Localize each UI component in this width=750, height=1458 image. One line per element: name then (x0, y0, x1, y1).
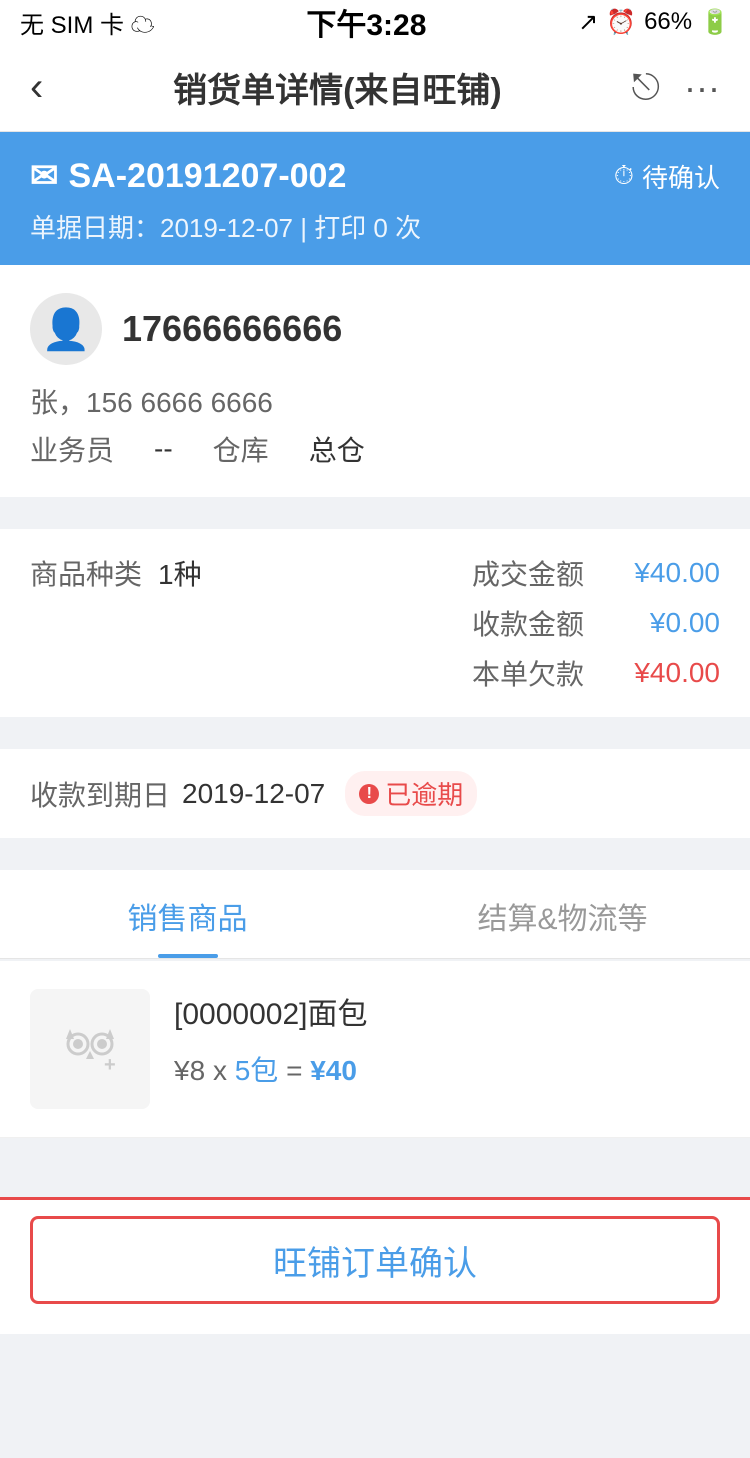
amount-row: 成交金额 ¥40.00 (472, 553, 720, 593)
debt-label: 本单欠款 (472, 653, 584, 693)
price-base: ¥8 (174, 1055, 205, 1086)
product-image: + (30, 989, 150, 1109)
share-icon[interactable]: ⎋ (632, 66, 660, 109)
order-icon: ✉ (30, 156, 59, 196)
tab-settlement[interactable]: 结算&物流等 (375, 870, 750, 958)
order-print-count: | 打印 0 次 (300, 213, 421, 243)
customer-phone: 17666666666 (122, 308, 342, 350)
debt-row: 本单欠款 ¥40.00 (472, 653, 720, 693)
order-id-text: SA-20191207-002 (69, 157, 347, 196)
svg-text:+: + (104, 1054, 116, 1076)
summary-right: 成交金额 ¥40.00 收款金额 ¥0.00 本单欠款 ¥40.00 (472, 553, 720, 693)
product-price: ¥8 x 5包 = ¥40 (174, 1049, 720, 1089)
avatar-icon: 👤 (41, 306, 91, 353)
type-label: 商品种类 (30, 553, 142, 593)
status-bar-time: 下午3:28 (306, 0, 426, 44)
warehouse-label: 仓库 (213, 429, 269, 469)
summary-card: 商品种类 1种 成交金额 ¥40.00 收款金额 ¥0.00 本单欠款 ¥40.… (0, 529, 750, 717)
customer-top: 👤 17666666666 (30, 293, 720, 365)
overdue-text: 已逾期 (385, 775, 463, 812)
received-row: 收款金额 ¥0.00 (472, 603, 720, 643)
clock-icon: ⏰ (606, 8, 636, 37)
nav-actions: ⎋ ··· (632, 66, 720, 109)
due-date: 2019-12-07 (182, 778, 325, 810)
status-icon: ⏱ (614, 160, 634, 192)
tab-products[interactable]: 销售商品 (0, 870, 375, 958)
product-logo-svg: + (50, 1009, 130, 1089)
status-bar-right: ↗ ⏰ 66% 🔋 (578, 8, 730, 37)
order-header-top: ✉ SA-20191207-002 ⏱ 待确认 (30, 156, 720, 196)
customer-name-phone: 张，156 6666 6666 (30, 381, 720, 421)
summary-left: 商品种类 1种 (30, 553, 472, 593)
page-title: 销货单详情(来自旺铺) (173, 63, 502, 112)
price-equals: = (286, 1055, 310, 1086)
tab-settlement-label: 结算&物流等 (477, 903, 647, 936)
battery-status: 66% (644, 8, 692, 36)
status-bar-left: 无 SIM 卡 ☁ (20, 5, 155, 40)
overdue-badge: ! 已逾期 (345, 771, 477, 816)
customer-card: 👤 17666666666 张，156 6666 6666 业务员 -- 仓库 … (0, 265, 750, 497)
debt-value: ¥40.00 (600, 657, 720, 689)
divider-2 (0, 733, 750, 749)
divider-1 (0, 513, 750, 529)
product-list: + [0000002]面包 ¥8 x 5包 = ¥40 (0, 961, 750, 1138)
divider-3 (0, 854, 750, 870)
status-text: 待确认 (642, 158, 720, 195)
sales-label: 业务员 (30, 429, 114, 469)
amount-label: 成交金额 (472, 553, 584, 593)
product-name: [0000002]面包 (174, 989, 720, 1033)
due-card: 收款到期日 2019-12-07 ! 已逾期 (0, 749, 750, 838)
received-value: ¥0.00 (600, 607, 720, 639)
avatar: 👤 (30, 293, 102, 365)
battery-icon: 🔋 (700, 8, 730, 37)
bottom-spacer (0, 1338, 750, 1458)
price-qty: 5包 (235, 1055, 279, 1086)
order-id: ✉ SA-20191207-002 (30, 156, 346, 196)
tab-products-label: 销售商品 (128, 903, 248, 936)
order-meta: 单据日期：2019-12-07 | 打印 0 次 (30, 208, 720, 245)
price-multiply: x (213, 1055, 235, 1086)
received-label: 收款金额 (472, 603, 584, 643)
order-date: 单据日期：2019-12-07 (30, 213, 293, 243)
product-info: [0000002]面包 ¥8 x 5包 = ¥40 (174, 989, 720, 1109)
due-label: 收款到期日 (30, 774, 170, 814)
amount-value: ¥40.00 (600, 557, 720, 589)
status-bar: 无 SIM 卡 ☁ 下午3:28 ↗ ⏰ 66% 🔋 (0, 0, 750, 44)
customer-row: 业务员 -- 仓库 总仓 (30, 429, 720, 469)
table-row: + [0000002]面包 ¥8 x 5包 = ¥40 (0, 961, 750, 1138)
confirm-button[interactable]: 旺铺订单确认 (30, 1216, 720, 1304)
sales-value: -- (154, 433, 173, 465)
nav-bar: ‹ 销货单详情(来自旺铺) ⎋ ··· (0, 44, 750, 132)
order-status: ⏱ 待确认 (614, 158, 720, 195)
type-value: 1种 (158, 553, 202, 593)
price-total: ¥40 (310, 1055, 357, 1086)
back-button[interactable]: ‹ (30, 65, 43, 110)
tabs-container: 销售商品 结算&物流等 (0, 870, 750, 959)
order-header: ✉ SA-20191207-002 ⏱ 待确认 单据日期：2019-12-07 … (0, 132, 750, 265)
bottom-bar: 旺铺订单确认 (0, 1197, 750, 1334)
more-icon[interactable]: ··· (684, 67, 720, 109)
warehouse-value: 总仓 (309, 429, 365, 469)
location-icon: ↗ (578, 8, 598, 37)
overdue-icon: ! (359, 784, 379, 804)
sim-status: 无 SIM 卡 ☁ (20, 5, 155, 40)
